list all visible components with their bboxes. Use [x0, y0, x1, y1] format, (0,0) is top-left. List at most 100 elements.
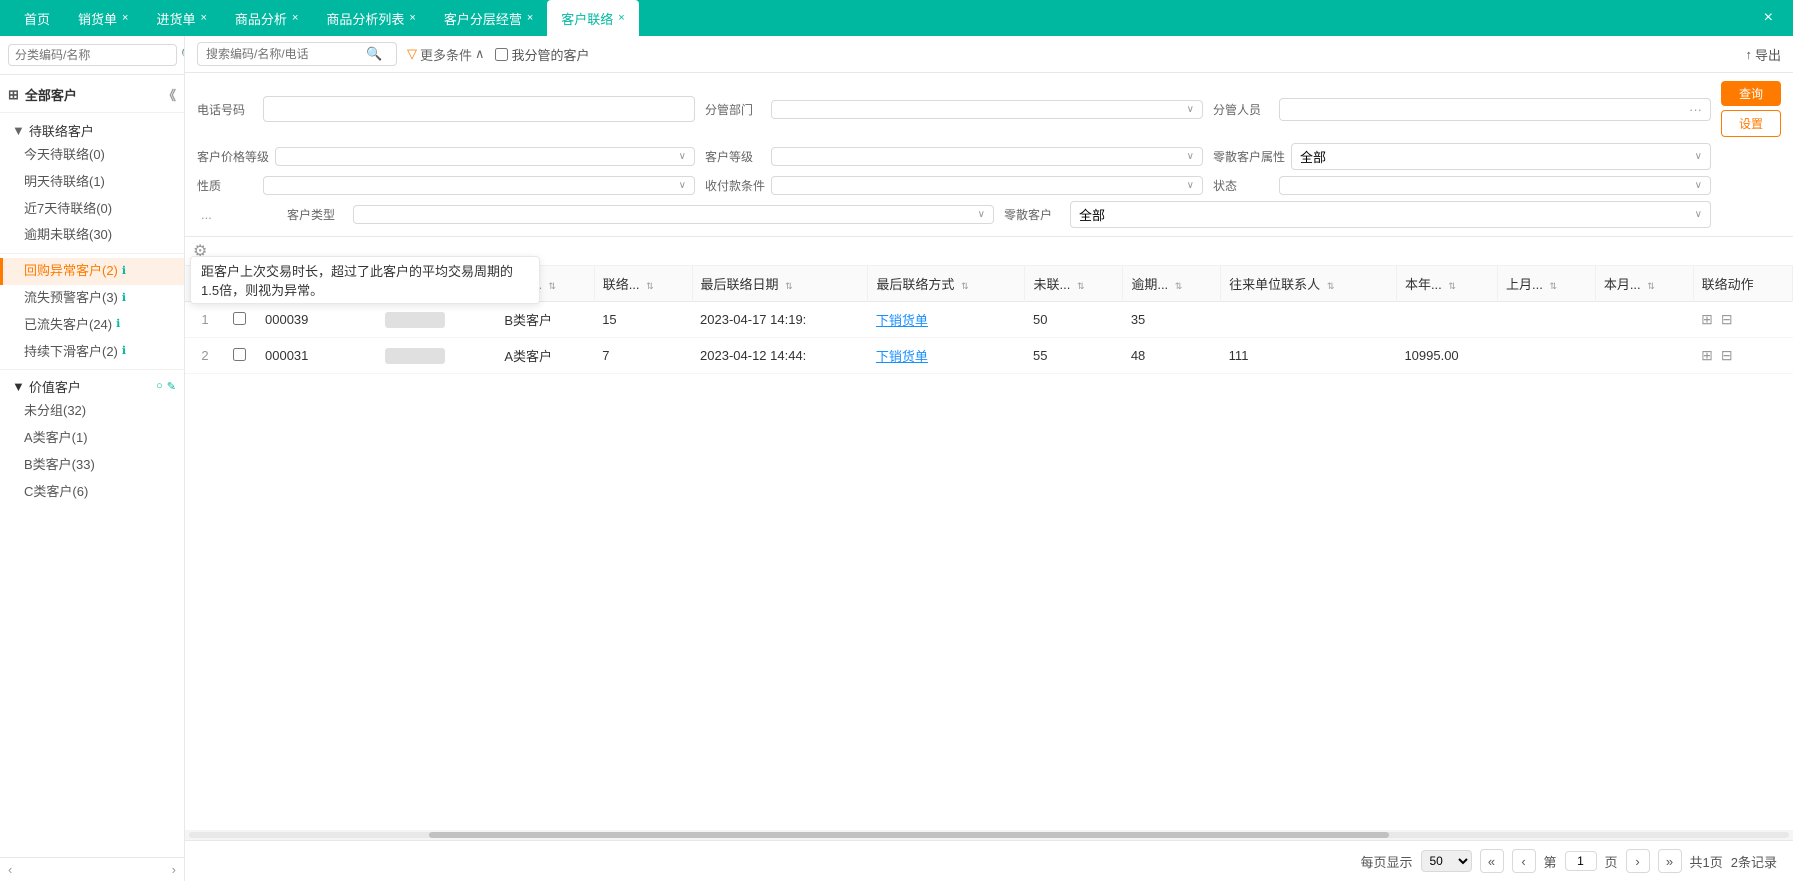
col-this-year[interactable]: 本年... ⇅: [1396, 266, 1497, 302]
retail-customer-select[interactable]: 全部 ∨: [1070, 201, 1711, 228]
sidebar-item-c-customers[interactable]: C类客户(6): [0, 479, 184, 506]
sidebar-all-customers[interactable]: ⊞ 全部客户 《: [0, 81, 184, 108]
col-last-method[interactable]: 最后联络方式 ⇅: [868, 266, 1025, 302]
gender-select[interactable]: ∨: [263, 176, 695, 195]
col-last-date[interactable]: 最后联络日期 ⇅: [692, 266, 868, 302]
col-action-label: 联络动作: [1702, 277, 1754, 292]
nav-item-analysis[interactable]: 商品分析 ×: [221, 0, 312, 36]
value-section-edit-icon[interactable]: ✎: [167, 380, 176, 393]
nav-close-analysis[interactable]: ×: [292, 12, 298, 24]
nav-close-customer-tier[interactable]: ×: [527, 12, 533, 24]
nav-close-customer-contact[interactable]: ×: [618, 12, 624, 24]
settings-button[interactable]: 设置: [1721, 110, 1781, 137]
sidebar-section-pending[interactable]: ▼ 待联络客户: [0, 117, 184, 142]
payment-label: 收付款条件: [705, 177, 765, 194]
sidebar-item-churned[interactable]: 已流失客户(24) ℹ: [0, 312, 184, 339]
row-2-link-icon[interactable]: ⊞: [1701, 347, 1713, 364]
customer-type-select[interactable]: ∨: [353, 205, 994, 224]
person-select[interactable]: ···: [1279, 98, 1711, 121]
phone-input[interactable]: [263, 96, 695, 122]
row-1-overdue: 35: [1123, 302, 1221, 338]
customer-grade-select[interactable]: ∨: [771, 147, 1203, 166]
nav-close-purchase[interactable]: ×: [200, 12, 206, 24]
pagination-next-last[interactable]: »: [1658, 849, 1682, 873]
nav-item-purchase[interactable]: 进货单 ×: [142, 0, 220, 36]
row-2-select-checkbox[interactable]: [233, 348, 246, 361]
sidebar-item-overdue[interactable]: 逾期未联络(30): [0, 222, 184, 249]
col-contact-sort[interactable]: ⇅: [646, 281, 654, 291]
col-past-company-sort[interactable]: ⇅: [1327, 281, 1335, 291]
nav-item-sales[interactable]: 销货单 ×: [64, 0, 142, 36]
col-this-month-sort[interactable]: ⇅: [1647, 281, 1655, 291]
person-dots[interactable]: ···: [1689, 102, 1702, 117]
sidebar-item-a-customers[interactable]: A类客户(1): [0, 425, 184, 452]
sidebar-value-customers[interactable]: ▼ 价值客户 ○ ✎: [0, 374, 184, 398]
dept-select[interactable]: ∨: [771, 100, 1203, 119]
my-customers-checkbox[interactable]: [495, 48, 508, 61]
horizontal-scrollbar[interactable]: [185, 830, 1793, 840]
sidebar-item-abnormal-repurchase[interactable]: 回购异常客户(2) ℹ: [0, 258, 184, 285]
col-past-company[interactable]: 往来单位联系人 ⇅: [1221, 266, 1397, 302]
pagination-prev-first[interactable]: «: [1480, 849, 1504, 873]
col-last-date-sort[interactable]: ⇅: [785, 281, 793, 291]
sidebar-item-b-customers[interactable]: B类客户(33): [0, 452, 184, 479]
sidebar-next-icon[interactable]: ›: [172, 862, 176, 877]
col-action: 联络动作: [1693, 266, 1792, 302]
nav-close-analysis-list[interactable]: ×: [409, 12, 415, 24]
status-select[interactable]: ∨: [1279, 176, 1711, 195]
sidebar-item-7days[interactable]: 近7天待联络(0): [0, 196, 184, 223]
sidebar-item-tomorrow[interactable]: 明天待联络(1): [0, 169, 184, 196]
price-grade-select[interactable]: ∨: [275, 147, 695, 166]
window-close-button[interactable]: ×: [1754, 9, 1783, 27]
value-section-add-icon[interactable]: ○: [156, 380, 163, 393]
col-last-month[interactable]: 上月... ⇅: [1497, 266, 1595, 302]
retail-attr-select[interactable]: 全部 ∨: [1291, 143, 1711, 170]
row-2-last-method[interactable]: 下销货单: [868, 338, 1025, 374]
col-uncontacted[interactable]: 未联... ⇅: [1025, 266, 1123, 302]
page-input[interactable]: [1565, 851, 1597, 871]
col-uncontacted-sort[interactable]: ⇅: [1077, 281, 1085, 291]
person-label: 分管人员: [1213, 101, 1273, 118]
main-search-input[interactable]: [206, 47, 366, 61]
sidebar-item-today[interactable]: 今天待联络(0): [0, 142, 184, 169]
nav-item-home[interactable]: 首页: [10, 0, 64, 36]
col-last-month-sort[interactable]: ⇅: [1549, 281, 1557, 291]
sidebar-item-declining[interactable]: 持续下滑客户(2) ℹ: [0, 339, 184, 366]
row-1-last-method[interactable]: 下销货单: [868, 302, 1025, 338]
col-this-year-sort[interactable]: ⇅: [1448, 281, 1456, 291]
more-conditions-button[interactable]: ▽ 更多条件 ∧: [407, 45, 485, 64]
scrollbar-thumb[interactable]: [429, 832, 1389, 838]
pagination-prev[interactable]: ‹: [1512, 849, 1536, 873]
sidebar-prev-icon[interactable]: ‹: [8, 862, 12, 877]
payment-select[interactable]: ∨: [771, 176, 1203, 195]
row-2-method-link[interactable]: 下销货单: [876, 349, 928, 364]
filter-more-dots[interactable]: ...: [197, 207, 216, 222]
col-contact[interactable]: 联络... ⇅: [594, 266, 692, 302]
nav-item-customer-tier[interactable]: 客户分层经营 ×: [430, 0, 547, 36]
main-search-icon[interactable]: 🔍: [366, 46, 382, 62]
filter-row-3: 性质 ∨ 收付款条件 ∨ 状态: [197, 176, 1781, 195]
collapse-icon[interactable]: 《: [163, 85, 176, 104]
pagination-next[interactable]: ›: [1626, 849, 1650, 873]
nav-close-sales[interactable]: ×: [122, 12, 128, 24]
nav-item-analysis-list[interactable]: 商品分析列表 ×: [312, 0, 429, 36]
sidebar-item-ungroups[interactable]: 未分组(32): [0, 398, 184, 425]
row-1-method-link[interactable]: 下销货单: [876, 313, 928, 328]
col-type-sort[interactable]: ⇅: [548, 281, 556, 291]
nav-item-customer-contact[interactable]: 客户联络 ×: [547, 0, 638, 36]
col-this-month[interactable]: 本月... ⇅: [1595, 266, 1693, 302]
row-2-contact-icon[interactable]: ⊟: [1721, 347, 1733, 364]
col-overdue[interactable]: 逾期... ⇅: [1123, 266, 1221, 302]
per-page-select[interactable]: 50 100 200: [1421, 850, 1472, 872]
sidebar-search-input[interactable]: [8, 44, 177, 66]
col-last-method-sort[interactable]: ⇅: [961, 281, 969, 291]
row-2-contact: 7: [594, 338, 692, 374]
col-overdue-sort[interactable]: ⇅: [1175, 281, 1183, 291]
row-1-select-checkbox[interactable]: [233, 312, 246, 325]
export-button[interactable]: ↑ 导出: [1745, 45, 1781, 64]
query-button[interactable]: 查询: [1721, 81, 1781, 106]
row-1-contact-icon[interactable]: ⊟: [1721, 311, 1733, 328]
row-1-link-icon[interactable]: ⊞: [1701, 311, 1713, 328]
sidebar-item-churn-warning[interactable]: 流失预警客户(3) ℹ: [0, 285, 184, 312]
section-pending-label: 待联络客户: [29, 121, 94, 140]
